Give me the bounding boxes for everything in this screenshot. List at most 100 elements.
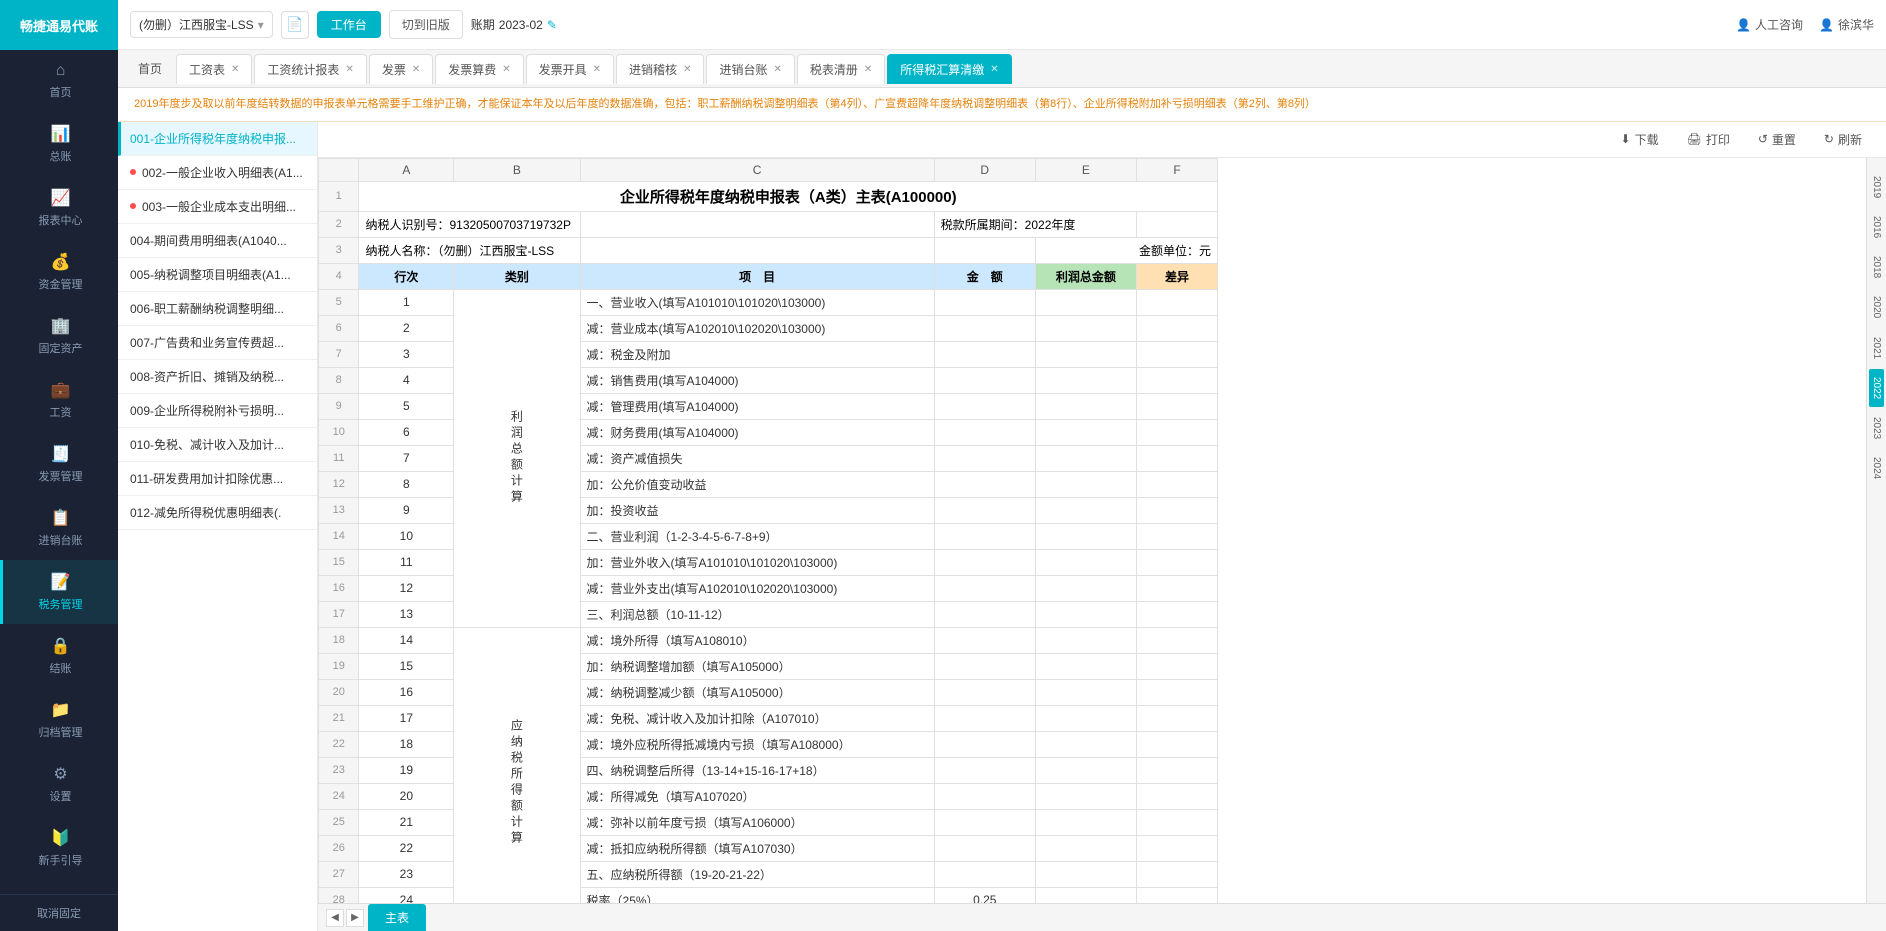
tab-close-sales-ledger[interactable]: ✕ bbox=[773, 64, 781, 75]
tab-close-sales-check[interactable]: ✕ bbox=[683, 64, 691, 75]
year-item-2022[interactable]: 2022 bbox=[1869, 369, 1884, 407]
left-panel-item-011[interactable]: 011-研发费用加计扣除优惠... bbox=[118, 462, 317, 496]
tab-invoice-open[interactable]: 发票开具✕ bbox=[526, 54, 614, 84]
left-panel-item-002[interactable]: 002-一般企业收入明细表(A1... bbox=[118, 156, 317, 190]
tab-close-income-tax[interactable]: ✕ bbox=[990, 64, 998, 75]
table-row: 73减：税金及附加 bbox=[319, 341, 1218, 367]
tab-payroll[interactable]: 工资表✕ bbox=[176, 54, 252, 84]
tab-close-invoice-calc[interactable]: ✕ bbox=[502, 64, 510, 75]
tax-period-label: 税款所属期间： bbox=[941, 218, 1025, 232]
tab-tax-clear[interactable]: 税表清册✕ bbox=[797, 54, 885, 84]
tab-close-invoice-open[interactable]: ✕ bbox=[593, 64, 601, 75]
table-row: 2319四、纳税调整后所得（13-14+15-16-17+18） bbox=[319, 757, 1218, 783]
table-row: 128加：公允价值变动收益 bbox=[319, 471, 1218, 497]
sidebar-item-ledger[interactable]: 📊总账 bbox=[0, 112, 118, 176]
reports-icon: 📈 bbox=[51, 188, 71, 208]
left-panel-item-006[interactable]: 006-职工薪酬纳税调整明细... bbox=[118, 292, 317, 326]
table-row: 139加：投资收益 bbox=[319, 497, 1218, 523]
tab-bar: 首页工资表✕工资统计报表✕发票✕发票算费✕发票开具✕进销稽核✕进销台账✕税表清册… bbox=[118, 50, 1886, 88]
document-icon-btn[interactable]: 📄 bbox=[281, 11, 309, 39]
tab-payroll-stats[interactable]: 工资统计报表✕ bbox=[254, 54, 366, 84]
table-row: 1612减：营业外支出(填写A102010\102020\103000) bbox=[319, 575, 1218, 601]
info-row-3: 3纳税人名称：（勿删）江西服宝-LSS金额单位：元 bbox=[319, 237, 1218, 263]
tab-close-tax-clear[interactable]: ✕ bbox=[864, 64, 872, 75]
sidebar-item-invoice[interactable]: 🧾发票管理 bbox=[0, 432, 118, 496]
col-header-C: C bbox=[580, 158, 934, 181]
left-panel-item-004[interactable]: 004-期间费用明细表(A1040... bbox=[118, 224, 317, 258]
year-item-2023[interactable]: 2023 bbox=[1869, 409, 1884, 447]
period-edit-icon[interactable]: ✎ bbox=[547, 18, 557, 32]
ledger-icon: 📊 bbox=[51, 124, 71, 144]
sheet-tab-main[interactable]: 主表 bbox=[368, 904, 426, 931]
year-item-2021[interactable]: 2021 bbox=[1869, 329, 1884, 367]
year-item-2018[interactable]: 2018 bbox=[1869, 248, 1884, 286]
left-panel-item-009[interactable]: 009-企业所得税附补亏损明... bbox=[118, 394, 317, 428]
sidebar-item-close[interactable]: 🔒结账 bbox=[0, 624, 118, 688]
print-button[interactable]: 🖨 打印 bbox=[1679, 128, 1738, 151]
left-panel-item-010[interactable]: 010-免税、减计收入及加计... bbox=[118, 428, 317, 462]
sidebar-item-tax[interactable]: 📝税务管理 bbox=[0, 560, 118, 624]
settings-icon: ⚙ bbox=[53, 764, 67, 784]
sidebar-item-archive[interactable]: 📁归档管理 bbox=[0, 688, 118, 752]
tab-income-tax[interactable]: 所得税汇算清缴✕ bbox=[887, 54, 1011, 84]
sidebar-item-member[interactable]: V畅会员 bbox=[0, 880, 118, 894]
sidebar-footer[interactable]: 取消固定 bbox=[0, 894, 118, 931]
sidebar-item-home[interactable]: ⌂首页 bbox=[0, 50, 118, 112]
year-item-2019[interactable]: 2019 bbox=[1869, 168, 1884, 206]
sidebar-item-assets[interactable]: 🏢固定资产 bbox=[0, 304, 118, 368]
content-area: 001-企业所得税年度纳税申报...002-一般企业收入明细表(A1...003… bbox=[118, 122, 1886, 931]
sidebar-item-payroll[interactable]: 💼工资 bbox=[0, 368, 118, 432]
download-button[interactable]: ⬇ 下载 bbox=[1613, 128, 1667, 151]
sheet-nav: ◀ ▶ bbox=[326, 909, 364, 927]
year-item-2016[interactable]: 2016 bbox=[1869, 208, 1884, 246]
table-row: 1814应纳税所得额计算减：境外所得（填写A108010） bbox=[319, 627, 1218, 653]
sidebar-item-sales[interactable]: 📋进销台账 bbox=[0, 496, 118, 560]
reset-button[interactable]: ↺ 重置 bbox=[1750, 128, 1804, 151]
tab-close-payroll-stats[interactable]: ✕ bbox=[345, 64, 353, 75]
home-icon: ⌂ bbox=[56, 62, 66, 80]
tab-invoice-calc[interactable]: 发票算费✕ bbox=[435, 54, 523, 84]
sheet-nav-next[interactable]: ▶ bbox=[346, 909, 364, 927]
left-panel-item-008[interactable]: 008-资产折旧、摊销及纳税... bbox=[118, 360, 317, 394]
tab-close-invoice-list[interactable]: ✕ bbox=[412, 64, 420, 75]
col-header- bbox=[319, 158, 359, 181]
tab-close-payroll[interactable]: ✕ bbox=[231, 64, 239, 75]
tab-home[interactable]: 首页 bbox=[126, 54, 174, 83]
table-row: 51利润总额计算一、营业收入(填写A101010\101020\103000) bbox=[319, 289, 1218, 315]
tab-sales-check[interactable]: 进销稽核✕ bbox=[616, 54, 704, 84]
period-selector[interactable]: 账期 2023-02 ✎ bbox=[471, 16, 557, 33]
tab-sales-ledger[interactable]: 进销台账✕ bbox=[706, 54, 794, 84]
tax-period: 2022年度 bbox=[1025, 218, 1076, 232]
year-item-2020[interactable]: 2020 bbox=[1869, 288, 1884, 326]
table-row: 62减：营业成本(填写A102010\102020\103000) bbox=[319, 315, 1218, 341]
left-panel-item-003[interactable]: 003-一般企业成本支出明细... bbox=[118, 190, 317, 224]
user-profile[interactable]: 👤 徐滨华 bbox=[1819, 16, 1874, 33]
sidebar-item-funds[interactable]: 💰资金管理 bbox=[0, 240, 118, 304]
funds-icon: 💰 bbox=[51, 252, 71, 272]
table-row: 2218减：境外应税所得抵减境内亏损（填写A108000） bbox=[319, 731, 1218, 757]
col-header-D: D bbox=[934, 158, 1035, 181]
spreadsheet-scroll[interactable]: ABCDEF1企业所得税年度纳税申报表（A类）主表(A100000)2纳税人识别… bbox=[318, 158, 1866, 904]
left-panel-item-001[interactable]: 001-企业所得税年度纳税申报... bbox=[118, 122, 317, 156]
ai-consult-btn[interactable]: 👤 人工咨询 bbox=[1736, 16, 1803, 33]
company-selector[interactable]: (勿删）江西服宝-LSS ▾ bbox=[130, 11, 273, 38]
year-item-2024[interactable]: 2024 bbox=[1869, 449, 1884, 487]
topbar-right: 👤 人工咨询 👤 徐滨华 bbox=[1736, 16, 1874, 33]
sidebar-item-settings[interactable]: ⚙设置 bbox=[0, 752, 118, 816]
left-panel-item-007[interactable]: 007-广告费和业务宣传费超... bbox=[118, 326, 317, 360]
tab-invoice-list[interactable]: 发票✕ bbox=[369, 54, 433, 84]
spreadsheet-container: ABCDEF1企业所得税年度纳税申报表（A类）主表(A100000)2纳税人识别… bbox=[318, 158, 1886, 904]
left-panel-item-005[interactable]: 005-纳税调整项目明细表(A1... bbox=[118, 258, 317, 292]
sheet-nav-prev[interactable]: ◀ bbox=[326, 909, 344, 927]
taxpayer-id: 91320500703719732P bbox=[449, 218, 570, 232]
sidebar-item-reports[interactable]: 📈报表中心 bbox=[0, 176, 118, 240]
spreadsheet-toolbar: ⬇ 下载 🖨 打印 ↺ 重置 ↻ 刷新 bbox=[318, 122, 1886, 158]
sidebar: 畅捷通易代账 ⌂首页📊总账📈报表中心💰资金管理🏢固定资产💼工资🧾发票管理📋进销台… bbox=[0, 0, 118, 931]
left-panel-item-012[interactable]: 012-减免所得税优惠明细表(. bbox=[118, 496, 317, 530]
switch-version-button[interactable]: 切到旧版 bbox=[389, 10, 463, 39]
company-dropdown-arrow: ▾ bbox=[258, 18, 264, 32]
workspace-button[interactable]: 工作台 bbox=[317, 11, 381, 38]
sidebar-item-guide[interactable]: 🔰新手引导 bbox=[0, 816, 118, 880]
col-header-A: A bbox=[359, 158, 454, 181]
refresh-button[interactable]: ↻ 刷新 bbox=[1816, 128, 1870, 151]
